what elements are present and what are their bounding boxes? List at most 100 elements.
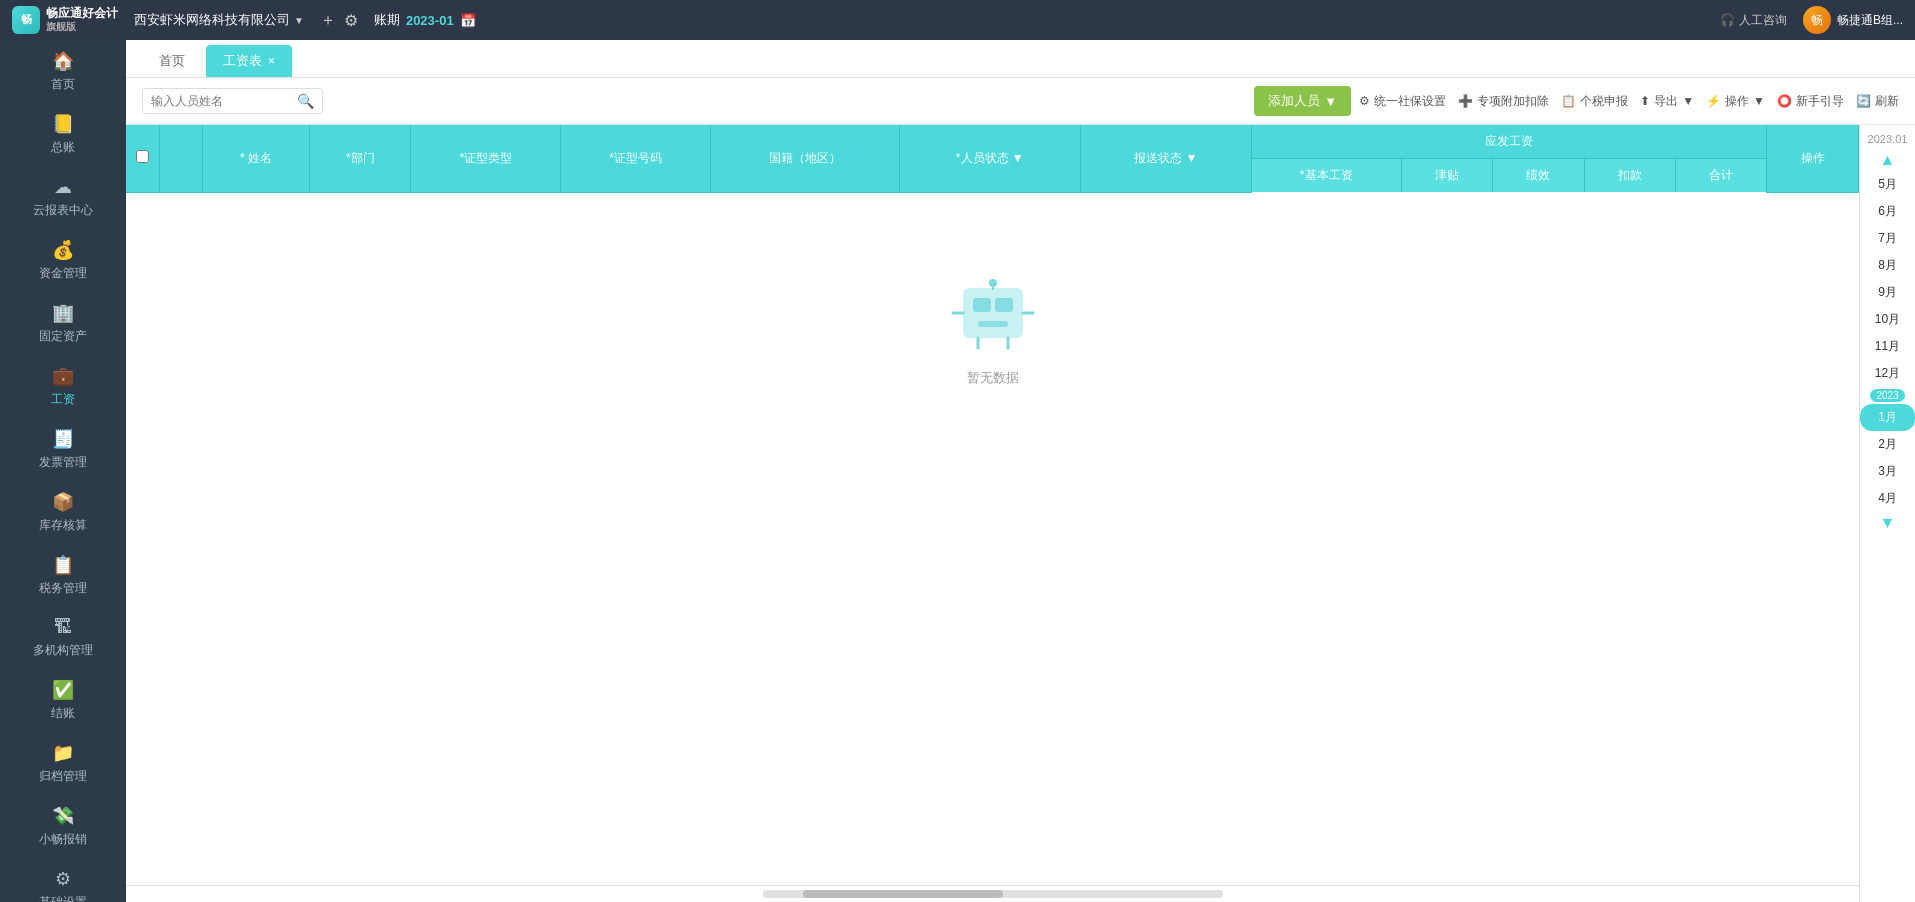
month-2-2023[interactable]: 2月 <box>1860 431 1915 458</box>
sidebar-item-fund[interactable]: 💰 资金管理 <box>0 229 126 292</box>
empty-icon <box>943 273 1043 353</box>
th-deduct: 扣款 <box>1584 159 1675 193</box>
fund-icon: 💰 <box>52 239 74 261</box>
svg-rect-1 <box>973 298 991 312</box>
sidebar-item-expense[interactable]: 💸 小畅报销 <box>0 795 126 858</box>
avatar: 畅 <box>1803 6 1831 34</box>
refresh-btn[interactable]: 🔄 刷新 <box>1856 93 1899 110</box>
sidebar-label-settings: 基础设置 <box>39 894 87 902</box>
company-name: 西安虾米网络科技有限公司 <box>134 11 290 29</box>
tab-close-icon[interactable]: × <box>268 54 275 68</box>
home-icon: 🏠 <box>52 50 74 72</box>
export-dropdown-icon: ▼ <box>1682 94 1694 108</box>
sidebar-label-invoice: 发票管理 <box>39 454 87 471</box>
user-name: 畅捷通B组... <box>1837 12 1903 29</box>
operations-btn[interactable]: ⚡ 操作 ▼ <box>1706 93 1765 110</box>
select-all-checkbox[interactable] <box>136 150 149 163</box>
table-and-panel: * 姓名 *部门 *证型类型 *证型号码 国籍（地区） *人员状态 ▼ 报送状态… <box>126 125 1915 902</box>
toolbar-actions: ⚙ 统一社保设置 ➕ 专项附加扣除 📋 个税申报 ⬆ 导出 ▼ ⚡ <box>1359 93 1899 110</box>
sidebar-item-tax[interactable]: 📋 税务管理 <box>0 544 126 607</box>
top-bar: 畅 畅应通好会计 旗舰版 西安虾米网络科技有限公司 ▼ ＋ ⚙ 账期 2023-… <box>0 0 1915 40</box>
settings-icon[interactable]: ⚙ <box>344 11 358 30</box>
month-7[interactable]: 7月 <box>1860 225 1915 252</box>
month-5[interactable]: 5月 <box>1860 171 1915 198</box>
month-1-2023[interactable]: 1月 <box>1860 404 1915 431</box>
sidebar-label-salary: 工资 <box>51 391 75 408</box>
th-cert-type: *证型类型 <box>411 125 561 192</box>
month-8[interactable]: 8月 <box>1860 252 1915 279</box>
sidebar-item-ledger[interactable]: 📒 总账 <box>0 103 126 166</box>
individual-tax-btn[interactable]: 📋 个税申报 <box>1561 93 1628 110</box>
user-button[interactable]: 畅 畅捷通B组... <box>1803 6 1903 34</box>
guide-btn[interactable]: ⭕ 新手引导 <box>1777 93 1844 110</box>
month-10[interactable]: 10月 <box>1860 306 1915 333</box>
month-11[interactable]: 11月 <box>1860 333 1915 360</box>
sidebar-item-settings[interactable]: ⚙ 基础设置 <box>0 858 126 902</box>
tab-home[interactable]: 首页 <box>142 45 202 77</box>
assets-icon: 🏢 <box>52 302 74 324</box>
toolbar: 🔍 添加人员 ▼ ⚙ 统一社保设置 ➕ 专项附加扣除 📋 个税申报 <box>126 78 1915 125</box>
table-wrapper: * 姓名 *部门 *证型类型 *证型号码 国籍（地区） *人员状态 ▼ 报送状态… <box>126 125 1859 902</box>
svg-rect-0 <box>963 288 1023 338</box>
search-input[interactable] <box>151 94 291 108</box>
sidebar-label-expense: 小畅报销 <box>39 831 87 848</box>
scrollbar-thumb[interactable] <box>803 890 1003 898</box>
month-12[interactable]: 12月 <box>1860 360 1915 387</box>
sidebar-item-archive[interactable]: 📁 归档管理 <box>0 732 126 795</box>
th-performance: 绩效 <box>1493 159 1584 193</box>
period-value: 2023-01 <box>406 13 454 28</box>
sidebar-item-multiorg[interactable]: 🏗 多机构管理 <box>0 607 126 669</box>
th-check[interactable] <box>126 125 160 192</box>
up-nav-icon[interactable]: ▲ <box>1880 149 1896 171</box>
month-4-2023[interactable]: 4月 <box>1860 485 1915 512</box>
add-icon[interactable]: ＋ <box>320 10 336 31</box>
table-scroll-container[interactable]: * 姓名 *部门 *证型类型 *证型号码 国籍（地区） *人员状态 ▼ 报送状态… <box>126 125 1859 885</box>
sidebar-label-ledger: 总账 <box>51 139 75 156</box>
table-scrollbar[interactable] <box>126 885 1859 902</box>
archive-icon: 📁 <box>52 742 74 764</box>
topbar-right: 🎧 人工咨询 畅 畅捷通B组... <box>1720 6 1903 34</box>
svg-rect-2 <box>995 298 1013 312</box>
down-nav-icon[interactable]: ▼ <box>1880 512 1896 534</box>
calendar-icon[interactable]: 📅 <box>460 13 476 28</box>
table-header-row1: * 姓名 *部门 *证型类型 *证型号码 国籍（地区） *人员状态 ▼ 报送状态… <box>126 125 1859 159</box>
invoice-icon: 🧾 <box>52 428 74 450</box>
sidebar-item-report[interactable]: ☁ 云报表中心 <box>0 166 126 229</box>
year-2023-badge: 2023 <box>1870 389 1904 402</box>
help-button[interactable]: 🎧 人工咨询 <box>1720 12 1787 29</box>
add-person-button[interactable]: 添加人员 ▼ <box>1254 86 1351 116</box>
main-layout: 🏠 首页 📒 总账 ☁ 云报表中心 💰 资金管理 🏢 固定资产 💼 工资 🧾 发… <box>0 40 1915 902</box>
th-report-status: 报送状态 ▼ <box>1080 125 1251 192</box>
sidebar-item-close[interactable]: ✅ 结账 <box>0 669 126 732</box>
sidebar-item-salary[interactable]: 💼 工资 <box>0 355 126 418</box>
th-dept: *部门 <box>310 125 411 192</box>
tab-salary-table[interactable]: 工资表 × <box>206 45 292 77</box>
search-box: 🔍 <box>142 88 323 114</box>
sidebar-item-assets[interactable]: 🏢 固定资产 <box>0 292 126 355</box>
company-selector[interactable]: 西安虾米网络科技有限公司 ▼ <box>134 11 304 29</box>
th-salary-group: 应发工资 <box>1251 125 1767 159</box>
th-country: 国籍（地区） <box>710 125 899 192</box>
sidebar-label-report: 云报表中心 <box>33 202 93 219</box>
month-9[interactable]: 9月 <box>1860 279 1915 306</box>
right-panel: 2023.01 ▲ 5月 6月 7月 8月 9月 10月 <box>1859 125 1915 902</box>
month-3-2023[interactable]: 3月 <box>1860 458 1915 485</box>
sidebar-item-invoice[interactable]: 🧾 发票管理 <box>0 418 126 481</box>
logo-sub: 旗舰版 <box>46 20 118 34</box>
report-icon: ☁ <box>54 176 72 198</box>
export-btn[interactable]: ⬆ 导出 ▼ <box>1640 93 1694 110</box>
sidebar-item-inventory[interactable]: 📦 库存核算 <box>0 481 126 544</box>
sidebar-label-home: 首页 <box>51 76 75 93</box>
th-cert-no: *证型号码 <box>561 125 711 192</box>
close-accounts-icon: ✅ <box>52 679 74 701</box>
sidebar-item-home[interactable]: 🏠 首页 <box>0 40 126 103</box>
svg-point-8 <box>989 279 997 287</box>
guide-circle-icon: ⭕ <box>1777 94 1792 108</box>
operations-dropdown-icon: ▼ <box>1753 94 1765 108</box>
dropdown-arrow-icon: ▼ <box>1324 94 1337 109</box>
month-6[interactable]: 6月 <box>1860 198 1915 225</box>
current-period-label: 2023.01 <box>1868 129 1908 149</box>
social-security-btn[interactable]: ⚙ 统一社保设置 <box>1359 93 1446 110</box>
th-total: 合计 <box>1675 159 1766 193</box>
special-deduct-btn[interactable]: ➕ 专项附加扣除 <box>1458 93 1549 110</box>
